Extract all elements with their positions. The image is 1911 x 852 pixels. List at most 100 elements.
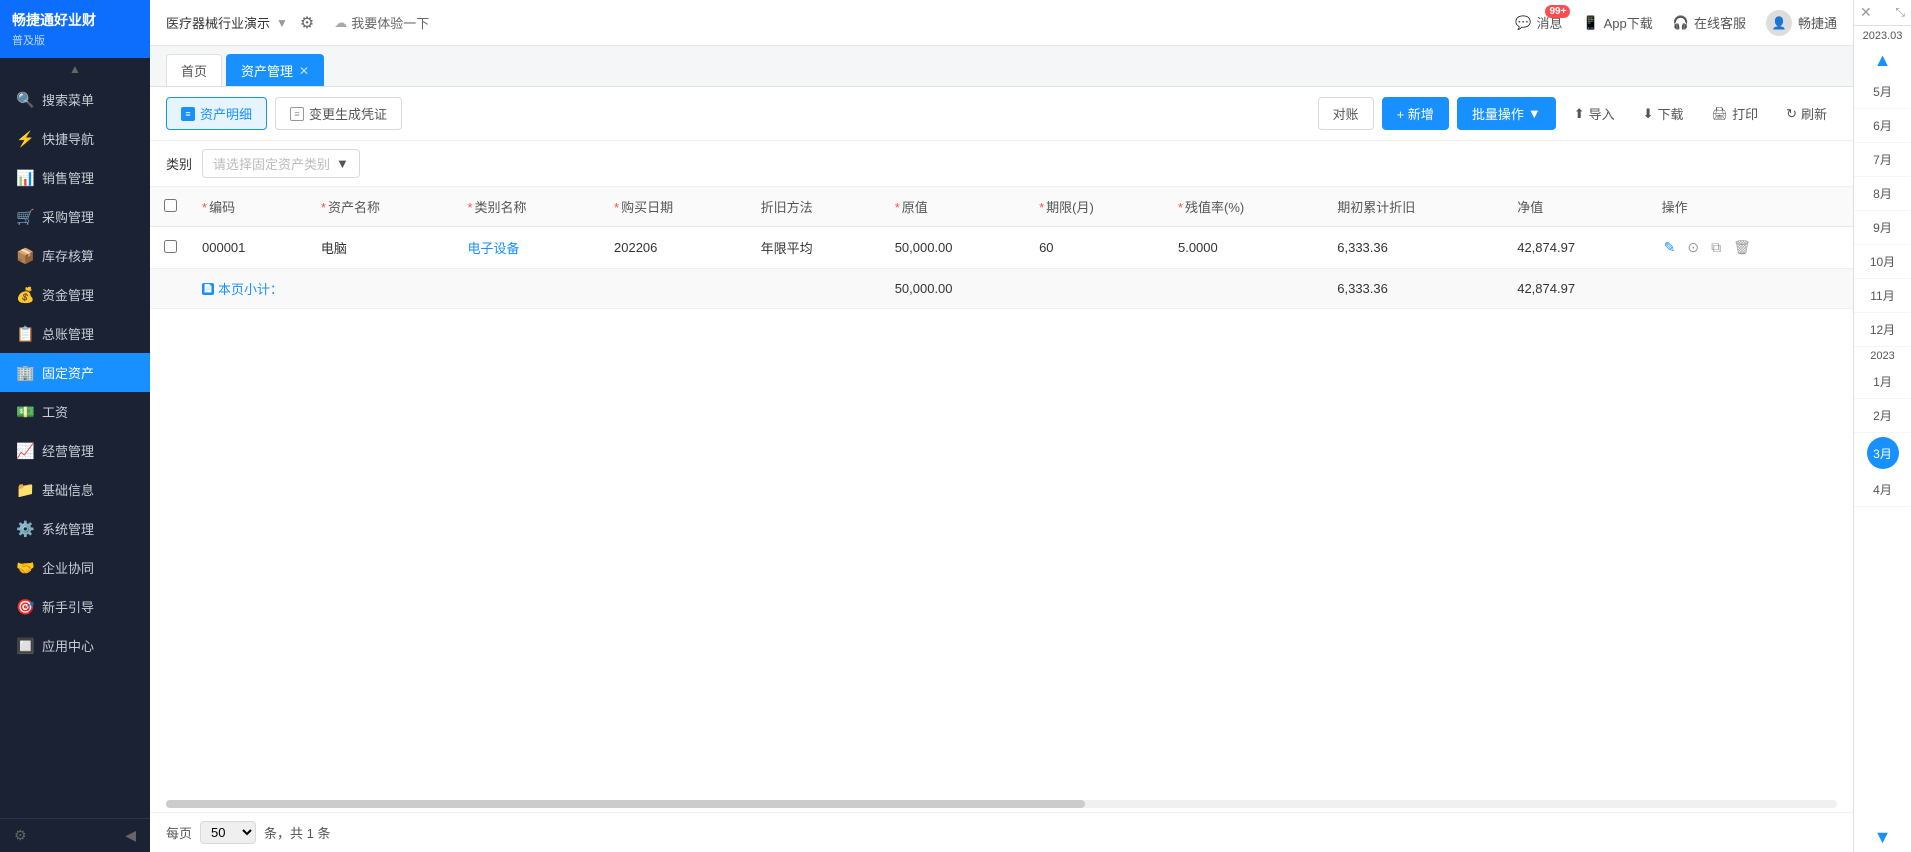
sidebar-scroll-up[interactable]: ▲ (0, 58, 150, 80)
row-checkbox[interactable] (164, 240, 177, 253)
sidebar-icon: 📊 (16, 169, 34, 187)
company-selector[interactable]: 医疗器械行业演示 ▼ (166, 13, 288, 32)
right-panel-expand-icon[interactable]: ⤡ (1895, 5, 1905, 20)
sidebar-item-label: 快捷导航 (42, 129, 94, 148)
voucher-icon: ≡ (290, 107, 304, 121)
right-panel-close-icon[interactable]: ✕ (1860, 4, 1872, 21)
sidebar-item-工资[interactable]: 💵工资 (0, 392, 150, 431)
sidebar-item-label: 系统管理 (42, 519, 94, 538)
month-item[interactable]: 6月 (1854, 109, 1911, 143)
sidebar-item-采购管理[interactable]: 🛒采购管理 (0, 197, 150, 236)
download-button[interactable]: ⬇ 下载 (1633, 98, 1694, 129)
company-name: 医疗器械行业演示 (166, 13, 270, 32)
reconcile-button[interactable]: 对账 (1318, 97, 1374, 130)
main-area: 医疗器械行业演示 ▼ ⚙ ☁ 我要体验一下 💬 消息 99+ 📱 App下载 🎧… (150, 0, 1853, 852)
tab-home[interactable]: 首页 (166, 54, 222, 86)
sidebar-icon: 📋 (16, 325, 34, 343)
close-icon[interactable]: ✕ (299, 64, 309, 78)
month-item[interactable]: 2月 (1854, 399, 1911, 433)
sidebar-items: 🔍搜索菜单⚡快捷导航📊销售管理🛒采购管理📦库存核算💰资金管理📋总账管理🏢固定资产… (0, 80, 150, 818)
sidebar-item-新手引导[interactable]: 🎯新手引导 (0, 587, 150, 626)
refresh-button[interactable]: ↻ 刷新 (1776, 98, 1837, 129)
sidebar-item-label: 搜索菜单 (42, 90, 94, 109)
col-purchase-date: *购买日期 (602, 187, 749, 227)
table-row: 000001 电脑 电子设备 202206 年限平均 50,000.00 60 … (150, 227, 1853, 269)
month-item[interactable]: 4月 (1854, 473, 1911, 507)
cell-residual-rate: 5.0000 (1166, 227, 1325, 269)
copy-button[interactable]: ⧉ (1709, 237, 1723, 258)
online-support-label: 在线客服 (1694, 13, 1746, 32)
month-item[interactable]: 12月 (1854, 313, 1911, 347)
app-download-label: App下载 (1604, 13, 1653, 32)
new-label: + 新增 (1397, 104, 1434, 123)
new-button[interactable]: + 新增 (1382, 97, 1449, 130)
batch-button[interactable]: 批量操作 ▼ (1457, 97, 1556, 130)
sidebar-item-固定资产[interactable]: 🏢固定资产 (0, 353, 150, 392)
tab-home-label: 首页 (181, 61, 207, 80)
message-button[interactable]: 💬 消息 99+ (1515, 13, 1562, 32)
online-support-button[interactable]: 🎧 在线客服 (1673, 13, 1746, 32)
delete-button[interactable]: 🗑 (1731, 237, 1753, 258)
scroll-down-icon[interactable]: ▼ (1870, 823, 1896, 852)
sidebar-item-系统管理[interactable]: ⚙️系统管理 (0, 509, 150, 548)
col-code: *编码 (190, 187, 309, 227)
sidebar-item-应用中心[interactable]: 🔲应用中心 (0, 626, 150, 665)
month-item[interactable]: 11月 (1854, 279, 1911, 313)
month-item[interactable]: 8月 (1854, 177, 1911, 211)
month-item[interactable]: 5月 (1854, 75, 1911, 109)
month-item[interactable]: 1月 (1854, 365, 1911, 399)
collapse-icon[interactable]: ◀ (125, 827, 136, 844)
import-button[interactable]: ⬆ 导入 (1564, 98, 1625, 129)
select-all-header (150, 187, 190, 227)
sidebar-item-经营管理[interactable]: 📈经营管理 (0, 431, 150, 470)
message-icon: 💬 (1515, 15, 1531, 31)
settings-icon[interactable]: ⚙ (14, 827, 27, 844)
month-item[interactable]: 9月 (1854, 211, 1911, 245)
subtotal-original-value: 50,000.00 (883, 269, 1027, 309)
cell-depreciation-method: 年限平均 (749, 227, 883, 269)
experience-button[interactable]: ☁ 我要体验一下 (334, 13, 429, 32)
sidebar-item-总账管理[interactable]: 📋总账管理 (0, 314, 150, 353)
col-residual-rate: *残值率(%) (1166, 187, 1325, 227)
settings-icon[interactable]: ⚙ (300, 13, 314, 33)
depreciation-button[interactable]: ⊙ (1685, 237, 1701, 258)
sidebar-item-企业协同[interactable]: 🤝企业协同 (0, 548, 150, 587)
sidebar-item-库存核算[interactable]: 📦库存核算 (0, 236, 150, 275)
month-list: 5月6月7月8月9月10月11月12月20231月2月 3月 4月 (1854, 75, 1911, 823)
sidebar-item-搜索菜单[interactable]: 🔍搜索菜单 (0, 80, 150, 119)
cell-category-name: 电子设备 (455, 227, 602, 269)
edit-button[interactable]: ✎ (1662, 237, 1678, 258)
sidebar-item-快捷导航[interactable]: ⚡快捷导航 (0, 119, 150, 158)
select-all-checkbox[interactable] (164, 199, 177, 212)
app-download-button[interactable]: 📱 App下载 (1582, 13, 1652, 32)
year-label-2023: 2023 (1870, 347, 1894, 365)
right-panel: ✕ ⤡ 2023.03 ▲ 5月6月7月8月9月10月11月12月20231月2… (1853, 0, 1911, 852)
subtotal-icon: 📄 (202, 283, 214, 295)
col-period-month: *期限(月) (1027, 187, 1166, 227)
cell-period-month: 60 (1027, 227, 1166, 269)
sidebar-icon: 🎯 (16, 598, 34, 616)
sidebar-item-销售管理[interactable]: 📊销售管理 (0, 158, 150, 197)
table-wrapper: *编码 *资产名称 *类别名称 *购买日期 折旧方法 *原值 *期限(月) *残… (150, 187, 1853, 796)
sidebar-icon: 💰 (16, 286, 34, 304)
month-item[interactable]: 10月 (1854, 245, 1911, 279)
horizontal-scrollbar[interactable] (166, 800, 1837, 808)
category-dropdown[interactable]: 请选择固定资产类别 ▼ (202, 149, 360, 178)
month-item[interactable]: 7月 (1854, 143, 1911, 177)
month-item[interactable]: 3月 (1867, 437, 1899, 469)
user-menu[interactable]: 👤 畅捷通 (1766, 10, 1837, 36)
sub-tab-asset-detail[interactable]: ≡ 资产明细 (166, 97, 267, 130)
print-button[interactable]: 🖨 打印 (1702, 98, 1769, 129)
scroll-up-icon[interactable]: ▲ (1870, 46, 1896, 75)
sidebar-item-基础信息[interactable]: 📁基础信息 (0, 470, 150, 509)
per-page-select[interactable]: 50 100 200 (200, 821, 256, 844)
scrollbar-thumb (166, 800, 1085, 808)
tab-asset-management[interactable]: 资产管理 ✕ (226, 54, 324, 86)
sidebar-item-资金管理[interactable]: 💰资金管理 (0, 275, 150, 314)
sub-tab-generate-voucher[interactable]: ≡ 变更生成凭证 (275, 97, 402, 130)
pagination: 每页 50 100 200 条，共 1 条 (150, 812, 1853, 852)
cell-original-value: 50,000.00 (883, 227, 1027, 269)
col-original-value: *原值 (883, 187, 1027, 227)
import-label: 导入 (1589, 104, 1615, 123)
topbar: 医疗器械行业演示 ▼ ⚙ ☁ 我要体验一下 💬 消息 99+ 📱 App下载 🎧… (150, 0, 1853, 46)
